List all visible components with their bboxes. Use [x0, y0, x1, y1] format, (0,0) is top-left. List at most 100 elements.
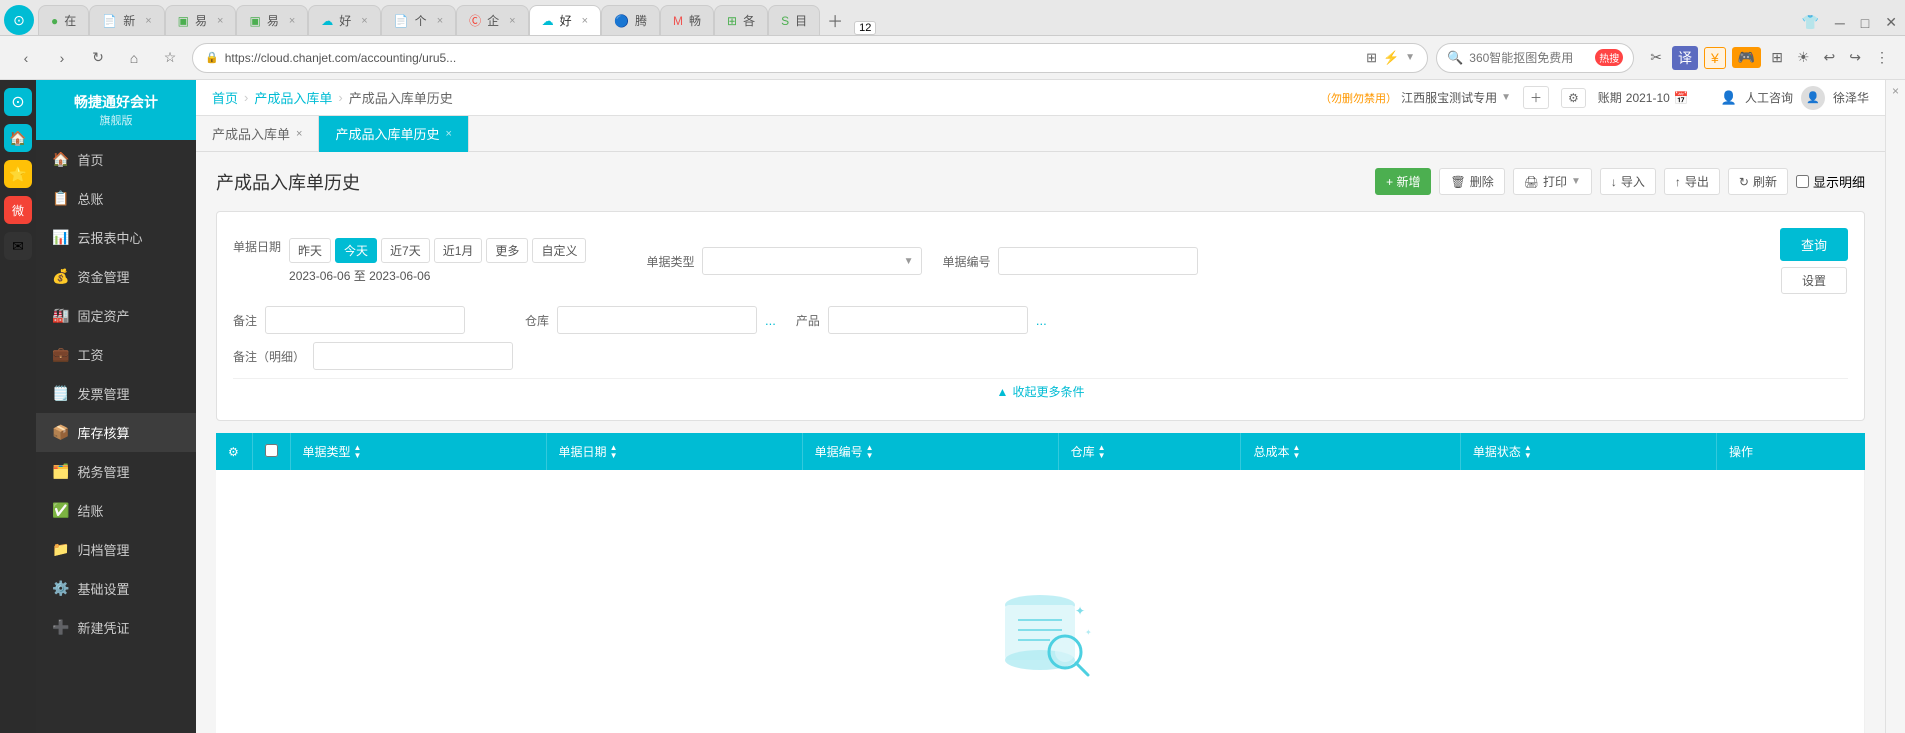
tab-hao1-close[interactable]: × — [361, 15, 367, 27]
tab-mu[interactable]: S 目 — [768, 5, 820, 35]
nav-item-new-bill[interactable]: ➕ 新建凭证 — [36, 608, 196, 647]
app-icon-mail[interactable]: ✉ — [4, 232, 32, 260]
nav-item-tax[interactable]: 🗂️ 税务管理 — [36, 452, 196, 491]
th-warehouse[interactable]: 仓库 ▲▼ — [1058, 433, 1241, 470]
th-status[interactable]: 单据状态 ▲▼ — [1460, 433, 1716, 470]
display-toggle[interactable]: 显示明细 — [1796, 172, 1865, 191]
settings-filter-button[interactable]: 设置 — [1781, 267, 1847, 294]
nav-item-salary[interactable]: 💼 工资 — [36, 335, 196, 374]
import-button[interactable]: ↓ 导入 — [1600, 168, 1656, 195]
print-button[interactable]: 🖨 打印 ▼ — [1513, 168, 1592, 195]
nav-item-home[interactable]: 🏠 首页 — [36, 140, 196, 179]
app-icon-weibo[interactable]: 微 — [4, 196, 32, 224]
product-more-icon[interactable]: ... — [1036, 313, 1047, 328]
calendar-icon[interactable]: 📅 — [1674, 91, 1689, 105]
collapse-button[interactable]: ▲ 收起更多条件 — [233, 378, 1848, 404]
tab-zai[interactable]: ● 在 — [38, 5, 89, 35]
nav-item-basic-settings[interactable]: ⚙️ 基础设置 — [36, 569, 196, 608]
app-icon-changjie[interactable]: ⊙ — [4, 88, 32, 116]
translate-icon[interactable]: 译 — [1672, 46, 1698, 70]
th-no[interactable]: 单据编号 ▲▼ — [802, 433, 1058, 470]
th-type[interactable]: 单据类型 ▲▼ — [290, 433, 546, 470]
url-bar[interactable]: 🔒 https://cloud.chanjet.com/accounting/u… — [192, 43, 1428, 73]
cut-icon[interactable]: ✂ — [1646, 45, 1666, 70]
grid-icon[interactable]: ⊞ — [1767, 45, 1787, 70]
close-window-button[interactable]: ✕ — [1881, 12, 1901, 33]
note-detail-input[interactable] — [313, 342, 513, 370]
warehouse-more-icon[interactable]: ... — [765, 313, 776, 328]
more-icon[interactable]: ⋮ — [1871, 45, 1893, 70]
tab-list-close[interactable]: × — [296, 128, 302, 140]
tab-ge2[interactable]: ⊞ 各 — [714, 5, 768, 35]
date-btn-custom[interactable]: 自定义 — [532, 238, 586, 263]
undo-icon[interactable]: ↩ — [1820, 45, 1840, 70]
company-selector[interactable]: （勿删勿禁用） 江西服宝测试专用 ▼ — [1320, 89, 1511, 106]
tab-yi2-close[interactable]: × — [289, 15, 295, 27]
th-cost[interactable]: 总成本 ▲▼ — [1241, 433, 1460, 470]
voucher-type-select[interactable]: ▼ — [702, 247, 922, 275]
url-dropdown-icon[interactable]: ▼ — [1405, 52, 1415, 63]
company-dropdown-icon[interactable]: ▼ — [1501, 92, 1511, 103]
warehouse-input[interactable] — [557, 306, 757, 334]
nav-item-cloud-report[interactable]: 📊 云报表中心 — [36, 218, 196, 257]
export-button[interactable]: ↑ 导出 — [1664, 168, 1720, 195]
tab-teng[interactable]: 🔵 腾 — [601, 5, 660, 35]
date-btn-1month[interactable]: 近1月 — [434, 238, 483, 263]
date-btn-today[interactable]: 今天 — [335, 238, 377, 263]
nav-item-archive[interactable]: 📁 归档管理 — [36, 530, 196, 569]
brightness-icon[interactable]: ☀ — [1793, 45, 1814, 70]
nav-item-checkout[interactable]: ✅ 结账 — [36, 491, 196, 530]
back-button[interactable]: ‹ — [12, 44, 40, 72]
voucher-no-input[interactable] — [998, 247, 1198, 275]
print-dropdown-icon[interactable]: ▼ — [1571, 176, 1581, 187]
redo-icon[interactable]: ↪ — [1845, 45, 1865, 70]
service-label[interactable]: 人工咨询 — [1745, 89, 1793, 106]
tab-new[interactable]: 📄 新 × — [89, 5, 164, 35]
add-company-button[interactable]: ＋ — [1523, 86, 1549, 109]
tab-ge-close[interactable]: × — [437, 15, 443, 27]
tab-yi2[interactable]: ▣ 易 × — [236, 5, 308, 35]
nav-item-fixed-assets[interactable]: 🏭 固定资产 — [36, 296, 196, 335]
tab-qi[interactable]: Ⓒ 企 × — [456, 5, 528, 35]
settings-button[interactable]: ⚙ — [1561, 88, 1586, 108]
lightning-icon[interactable]: ⚡ — [1383, 50, 1399, 66]
breadcrumb-home[interactable]: 首页 — [212, 88, 238, 107]
th-date[interactable]: 单据日期 ▲▼ — [546, 433, 802, 470]
delete-button[interactable]: 🗑 删除 — [1439, 168, 1504, 195]
date-btn-more[interactable]: 更多 — [486, 238, 528, 263]
yuan-icon[interactable]: ¥ — [1704, 47, 1726, 69]
select-all-checkbox[interactable] — [265, 444, 278, 457]
shirt-icon[interactable]: 👕 — [1797, 12, 1822, 33]
query-button[interactable]: 查询 — [1780, 228, 1848, 261]
th-settings[interactable]: ⚙ — [216, 433, 252, 470]
apps-icon[interactable]: ⊞ — [1366, 50, 1377, 66]
app-icon-star[interactable]: ⭐ — [4, 160, 32, 188]
tab-hao2[interactable]: ☁ 好 × — [529, 5, 601, 35]
product-input[interactable] — [828, 306, 1028, 334]
browser-logo[interactable]: ⊙ — [4, 5, 34, 35]
right-panel-close[interactable]: × — [1885, 80, 1905, 733]
tab-hao2-close[interactable]: × — [582, 15, 588, 27]
add-button[interactable]: + 新增 — [1375, 168, 1431, 195]
th-checkbox[interactable] — [252, 433, 290, 470]
nav-item-fund[interactable]: 💰 资金管理 — [36, 257, 196, 296]
tab-yi1[interactable]: ▣ 易 × — [165, 5, 237, 35]
right-close-icon[interactable]: × — [1892, 84, 1899, 98]
search-input[interactable] — [1469, 51, 1589, 65]
nav-item-general-ledger[interactable]: 📋 总账 — [36, 179, 196, 218]
date-btn-yesterday[interactable]: 昨天 — [289, 238, 331, 263]
tab-yi1-close[interactable]: × — [217, 15, 223, 27]
tab-qi-close[interactable]: × — [509, 15, 515, 27]
nav-item-inventory[interactable]: 📦 库存核算 — [36, 413, 196, 452]
new-tab-button[interactable]: ＋ — [820, 5, 850, 35]
bookmark-button[interactable]: ☆ — [156, 44, 184, 72]
display-checkbox[interactable] — [1796, 175, 1809, 188]
minimize-button[interactable]: ─ — [1831, 13, 1849, 33]
breadcrumb-list[interactable]: 产成品入库单 — [254, 88, 332, 107]
note-input[interactable] — [265, 306, 465, 334]
tab-list-page[interactable]: 产成品入库单 × — [196, 116, 319, 152]
nav-item-invoice[interactable]: 🗒️ 发票管理 — [36, 374, 196, 413]
tab-chang[interactable]: M 畅 — [660, 5, 714, 35]
tab-history-page[interactable]: 产成品入库单历史 × — [319, 116, 468, 152]
refresh-button[interactable]: ↻ — [84, 44, 112, 72]
